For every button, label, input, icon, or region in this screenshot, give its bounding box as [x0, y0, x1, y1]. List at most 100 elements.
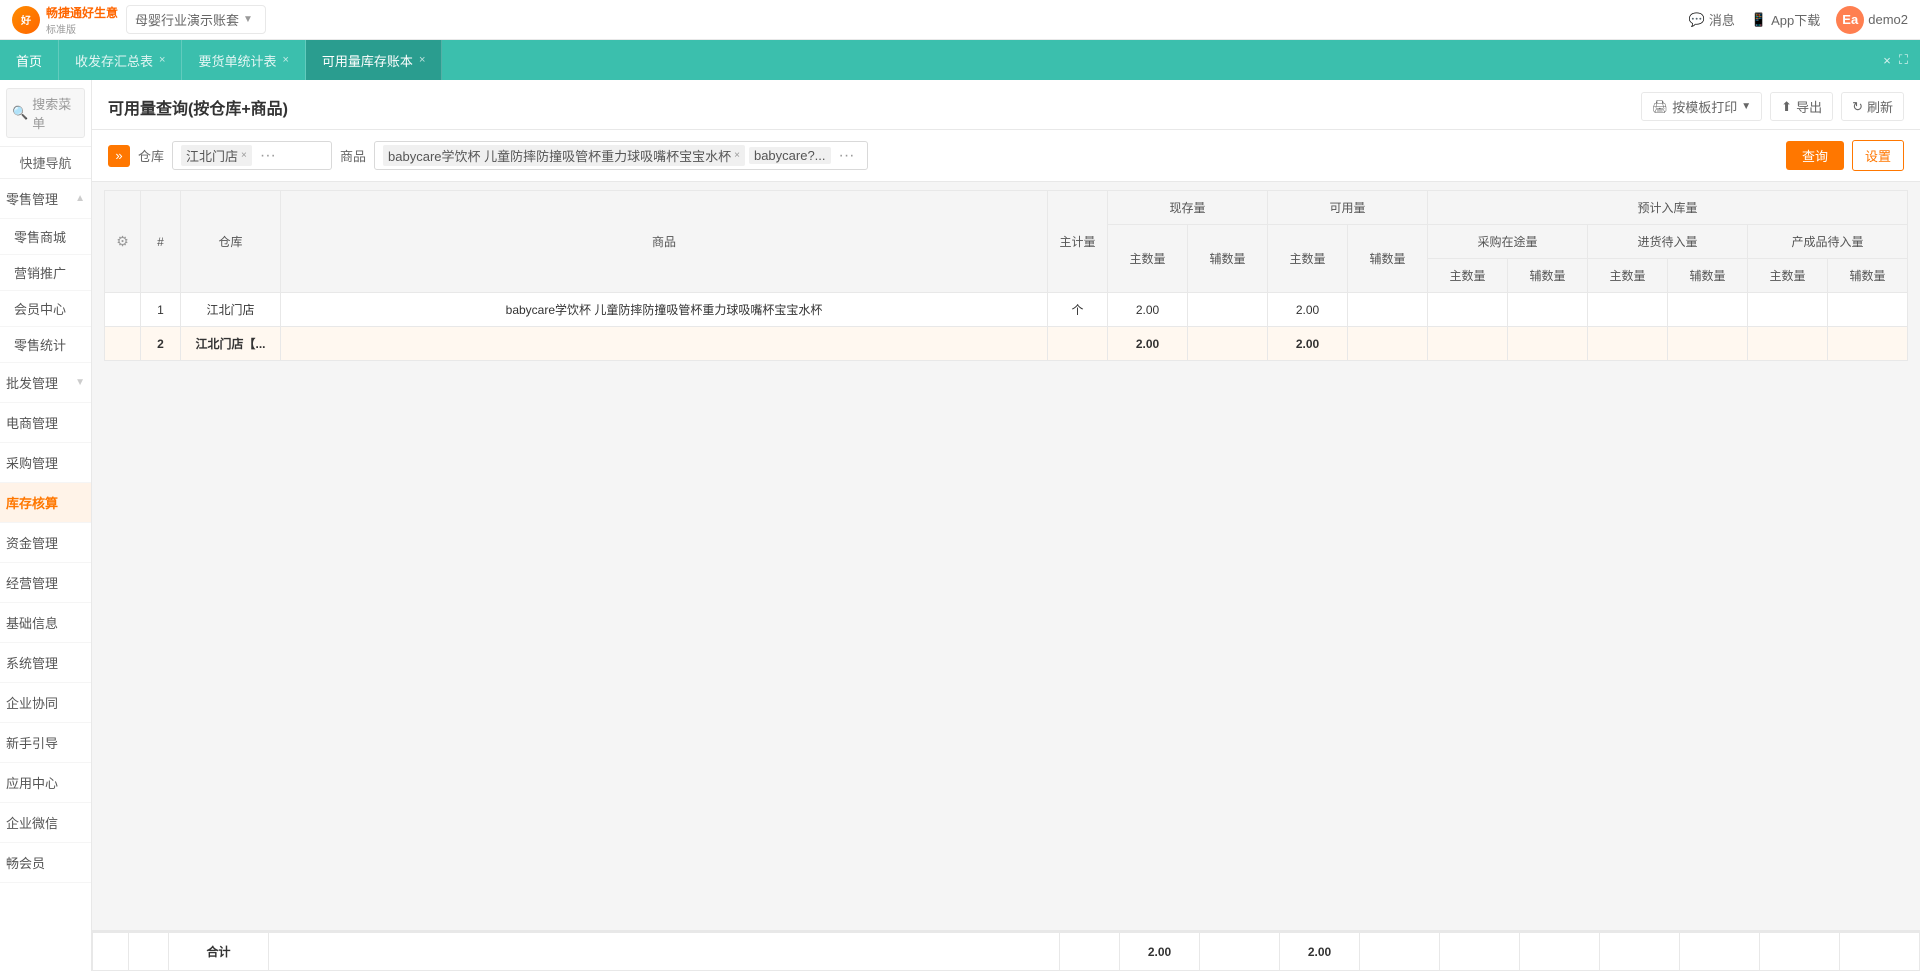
phone-icon: 📱: [1751, 12, 1767, 28]
export-button[interactable]: ⬆ 导出: [1770, 92, 1833, 121]
cell-product-main: [1748, 293, 1828, 327]
footer-stock-aux: [1200, 933, 1280, 971]
footer-incoming-aux: [1680, 933, 1760, 971]
cell-settings: [105, 327, 141, 361]
th-forecast-group: 预计入库量: [1428, 191, 1908, 225]
th-incoming-main: 主数量: [1588, 259, 1668, 293]
warehouse-filter-input[interactable]: 江北门店 × ···: [172, 141, 332, 170]
search-button[interactable]: 🔍 搜索菜单: [6, 88, 85, 138]
tab-close-icon[interactable]: ×: [159, 55, 165, 66]
th-stock-group: 现存量: [1108, 191, 1268, 225]
th-product-sub: 产成品待入量: [1748, 225, 1908, 259]
tab-home[interactable]: 首页: [0, 40, 59, 80]
print-button[interactable]: 🖨 按模板打印 ▼: [1641, 92, 1762, 121]
sidebar-item-quicknav[interactable]: 零售商城 快捷导航: [0, 147, 91, 179]
query-button[interactable]: 查询: [1786, 141, 1844, 170]
sidebar-item-newguide[interactable]: 新手引导: [0, 723, 91, 763]
th-settings: ⚙: [105, 191, 141, 293]
nav-tabs: 首页 收发存汇总表 × 要货单统计表 × 可用量库存账本 × × ⛶: [0, 40, 1920, 80]
sidebar-item-business[interactable]: 经营管理: [0, 563, 91, 603]
cell-settings: [105, 293, 141, 327]
sidebar-item-finance[interactable]: 资金管理: [0, 523, 91, 563]
tab-close-icon[interactable]: ×: [419, 55, 425, 66]
cell-stock-aux: [1188, 327, 1268, 361]
page-header: 可用量查询(按仓库+商品) 🖨 按模板打印 ▼ ⬆ 导出 ↻ 刷新: [92, 80, 1920, 130]
sidebar-item-enterprise[interactable]: 企业协同: [0, 683, 91, 723]
sidebar-item-basicinfo[interactable]: 基础信息: [0, 603, 91, 643]
close-all-icon[interactable]: ×: [1883, 53, 1891, 68]
sidebar-item-member2[interactable]: 畅会员: [0, 843, 91, 883]
tag-close-icon[interactable]: ×: [734, 150, 740, 161]
cell-avail-aux: [1348, 327, 1428, 361]
cell-incoming-main: [1588, 327, 1668, 361]
chevron-up-icon: ▲: [75, 193, 85, 204]
sidebar-search-area: 🔍 搜索菜单: [0, 80, 91, 147]
avatar: Ea: [1836, 6, 1864, 34]
chevron-down-icon: ▼: [1741, 101, 1751, 112]
gear-icon[interactable]: ⚙: [113, 232, 133, 252]
table-row: 2 江北门店【... 2.00 2.00: [105, 327, 1908, 361]
sidebar-item-marketing[interactable]: 营销推广: [0, 255, 91, 291]
product-tag-1: babycare学饮杯 儿童防摔防撞吸管杯重力球吸嘴杯宝宝水杯 ×: [383, 145, 745, 166]
warehouse-tag: 江北门店 ×: [181, 145, 252, 166]
user-profile[interactable]: Ea demo2: [1836, 6, 1908, 34]
product-filter-label: 商品: [340, 146, 366, 165]
cell-product-main: [1748, 327, 1828, 361]
nav-close-all: × ⛶: [1871, 40, 1920, 80]
cell-unit: [1048, 327, 1108, 361]
cell-no: 1: [141, 293, 181, 327]
th-product-main: 主数量: [1748, 259, 1828, 293]
sidebar-item-inventory[interactable]: 库存核算: [0, 483, 91, 523]
refresh-button[interactable]: ↻ 刷新: [1841, 92, 1904, 121]
main-layout: 🔍 搜索菜单 零售商城 快捷导航 零售管理 ▲ 零售商城 营销推广 会员中心 零…: [0, 80, 1920, 971]
more-options-icon[interactable]: ···: [256, 147, 280, 165]
cell-product-aux: [1828, 327, 1908, 361]
sidebar-item-ecommerce[interactable]: 电商管理: [0, 403, 91, 443]
th-no: #: [141, 191, 181, 293]
th-avail-main: 主数量: [1268, 225, 1348, 293]
sidebar-item-member[interactable]: 会员中心: [0, 291, 91, 327]
cell-product: babycare学饮杯 儿童防摔防撞吸管杯重力球吸嘴杯宝宝水杯: [281, 293, 1048, 327]
page-actions: 🖨 按模板打印 ▼ ⬆ 导出 ↻ 刷新: [1641, 92, 1904, 121]
tab-keyongliang[interactable]: 可用量库存账本 ×: [306, 40, 442, 80]
sidebar-item-system[interactable]: 系统管理: [0, 643, 91, 683]
settings-button[interactable]: 设置: [1852, 140, 1904, 171]
cell-avail-aux: [1348, 293, 1428, 327]
sidebar-item-wecom[interactable]: 企业微信: [0, 803, 91, 843]
cell-product-aux: [1828, 293, 1908, 327]
th-product: 商品: [281, 191, 1048, 293]
tag-close-icon[interactable]: ×: [241, 150, 247, 161]
warehouse-filter-label: 仓库: [138, 146, 164, 165]
app-download-button[interactable]: 📱 App下载: [1751, 10, 1820, 29]
footer-settings: [93, 933, 129, 971]
product-filter-input[interactable]: babycare学饮杯 儿童防摔防撞吸管杯重力球吸嘴杯宝宝水杯 × babyca…: [374, 141, 867, 170]
sidebar-item-retail-stats[interactable]: 零售统计: [0, 327, 91, 363]
more-options-icon2[interactable]: ···: [835, 147, 859, 165]
top-bar-right: 💬 消息 📱 App下载 Ea demo2: [1689, 6, 1908, 34]
filter-expand-button[interactable]: »: [108, 145, 130, 167]
sidebar-item-wholesale-mgmt[interactable]: 批发管理 ▼: [0, 363, 91, 403]
footer-table: 合计 2.00 2.00: [92, 932, 1920, 971]
print-icon: 🖨: [1652, 99, 1669, 115]
refresh-icon: ↻: [1852, 99, 1863, 115]
maximize-icon[interactable]: ⛶: [1899, 52, 1908, 68]
th-unit: 主计量: [1048, 191, 1108, 293]
sidebar-item-appcenter[interactable]: 应用中心: [0, 763, 91, 803]
sidebar-item-retail-mgmt[interactable]: 零售管理 ▲: [0, 179, 91, 219]
cell-stock-main: 2.00: [1108, 293, 1188, 327]
footer-product-main: [1760, 933, 1840, 971]
search-icon: 🔍: [12, 105, 28, 121]
sidebar-item-purchase[interactable]: 采购管理: [0, 443, 91, 483]
tab-yaohuo[interactable]: 要货单统计表 ×: [182, 40, 305, 80]
sidebar-item-retail-mall[interactable]: 零售商城: [0, 219, 91, 255]
tab-close-icon[interactable]: ×: [282, 55, 288, 66]
cell-stock-aux: [1188, 293, 1268, 327]
cell-product: [281, 327, 1048, 361]
cell-no: 2: [141, 327, 181, 361]
cell-avail-main: 2.00: [1268, 293, 1348, 327]
industry-selector[interactable]: 母婴行业演示账套 ▼: [126, 5, 266, 34]
msg-button[interactable]: 💬 消息: [1689, 10, 1735, 29]
th-purchase-sub: 采购在途量: [1428, 225, 1588, 259]
footer-label: 合计: [169, 933, 269, 971]
tab-shoufacun[interactable]: 收发存汇总表 ×: [59, 40, 182, 80]
